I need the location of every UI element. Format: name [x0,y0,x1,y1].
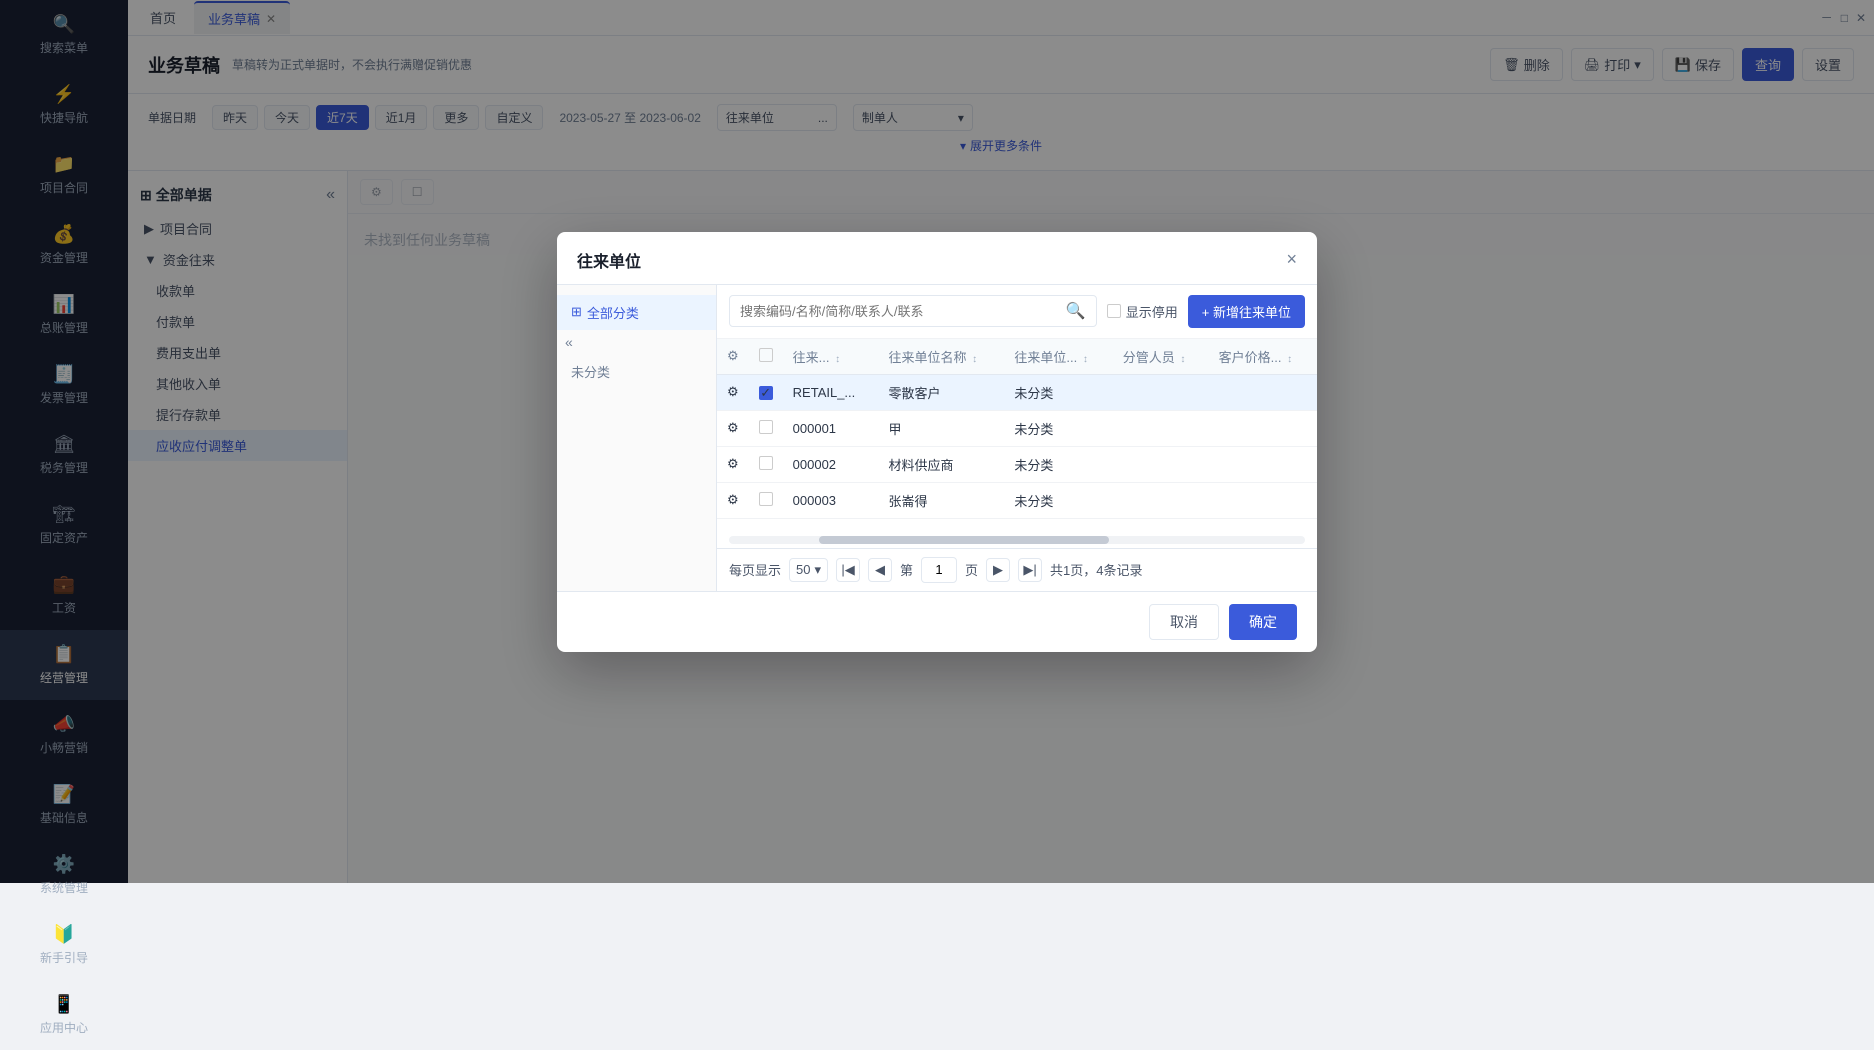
modal-tree-all[interactable]: ⊞ 全部分类 [557,295,716,330]
modal-search-input-wrapper: 🔍 [729,295,1097,327]
row-code: 000001 [783,410,879,446]
row-category: 未分类 [1004,482,1112,518]
row-price-level [1209,446,1317,482]
row-price-level [1209,482,1317,518]
sidebar-item-new-guide[interactable]: 🔰 新手引导 [0,910,128,980]
table-row[interactable]: ⚙ 000001 甲 未分类 [717,410,1317,446]
col-settings[interactable]: ⚙ [717,339,749,375]
modal-partner: 往来单位 × ⊞ 全部分类 « 未分类 [557,232,1317,652]
row-settings[interactable]: ⚙ [717,410,749,446]
grid-icon-modal: ⊞ [571,304,582,320]
per-page-select[interactable]: 50 ▾ [789,558,828,582]
modal-horizontal-scrollbar[interactable] [729,536,1305,544]
row-checkbox[interactable] [749,410,783,446]
row-code: RETAIL_... [783,374,879,410]
page-last-btn[interactable]: ▶| [1018,558,1042,582]
page-first-btn[interactable]: |◀ [836,558,860,582]
sidebar-item-app-center[interactable]: 📱 应用中心 [0,980,128,1050]
table-header-row: ⚙ 往来... ↕ 往来单位名称 ↕ [717,339,1317,375]
modal-table: ⚙ 往来... ↕ 往来单位名称 ↕ [717,339,1317,532]
add-partner-button[interactable]: + 新增往来单位 [1188,295,1305,328]
modal-tree: ⊞ 全部分类 « 未分类 [557,285,717,591]
page-prev-btn[interactable]: ◀ [868,558,892,582]
col-salesperson: 分管人员 ↕ [1113,339,1209,375]
col-name: 往来单位名称 ↕ [878,339,1004,375]
row-settings[interactable]: ⚙ [717,482,749,518]
row-checkbox[interactable] [749,446,783,482]
row-name: 甲 [878,410,1004,446]
modal-search-input[interactable] [740,304,1060,319]
row-salesperson [1113,410,1209,446]
modal-pagination: 每页显示 50 ▾ |◀ ◀ 第 页 ▶ ▶| 共1页，4条记录 [717,548,1317,591]
row-settings[interactable]: ⚙ [717,446,749,482]
row-code: 000003 [783,482,879,518]
cancel-button[interactable]: 取消 [1149,604,1219,640]
modal-right-content: 🔍 显示停用 + 新增往来单位 ⚙ [717,285,1317,591]
page-number-input[interactable] [921,557,957,583]
per-page-chevron: ▾ [814,562,821,578]
page-next-btn[interactable]: ▶ [986,558,1010,582]
search-icon: 🔍 [1066,301,1086,321]
table-row[interactable]: ⚙ ✓ RETAIL_... 零散客户 未分类 [717,374,1317,410]
row-price-level [1209,374,1317,410]
row-name: 张崙得 [878,482,1004,518]
col-category: 往来单位... ↕ [1004,339,1112,375]
table-row[interactable]: ⚙ 000002 材料供应商 未分类 [717,446,1317,482]
confirm-button[interactable]: 确定 [1229,604,1297,640]
row-price-level [1209,410,1317,446]
row-name: 材料供应商 [878,446,1004,482]
modal-search-bar: 🔍 显示停用 + 新增往来单位 [717,285,1317,339]
modal-title: 往来单位 [577,248,641,272]
row-category: 未分类 [1004,446,1112,482]
modal-close-button[interactable]: × [1286,249,1297,270]
col-checkbox[interactable] [749,339,783,375]
row-category: 未分类 [1004,374,1112,410]
modal-footer: 取消 确定 [557,591,1317,652]
table-row[interactable]: ⚙ 000003 张崙得 未分类 [717,482,1317,518]
row-salesperson [1113,374,1209,410]
show-disabled-label[interactable]: 显示停用 [1107,302,1178,321]
show-disabled-checkbox[interactable] [1107,304,1121,318]
row-code: 000002 [783,446,879,482]
modal-body: ⊞ 全部分类 « 未分类 🔍 显示停用 [557,285,1317,591]
row-name: 零散客户 [878,374,1004,410]
scrollbar-thumb [819,536,1109,544]
row-category: 未分类 [1004,410,1112,446]
row-settings[interactable]: ⚙ [717,374,749,410]
modal-overlay: 往来单位 × ⊞ 全部分类 « 未分类 [0,0,1874,883]
col-code: 往来... ↕ [783,339,879,375]
row-checkbox[interactable] [749,482,783,518]
col-price-level: 客户价格... ↕ [1209,339,1317,375]
modal-header: 往来单位 × [557,232,1317,285]
row-salesperson [1113,446,1209,482]
row-salesperson [1113,482,1209,518]
new-guide-icon: 🔰 [53,924,75,945]
modal-tree-unclassified[interactable]: 未分类 [557,354,716,389]
app-center-icon: 📱 [53,994,75,1015]
row-checkbox[interactable]: ✓ [749,374,783,410]
modal-tree-toggle[interactable]: « [557,330,716,354]
